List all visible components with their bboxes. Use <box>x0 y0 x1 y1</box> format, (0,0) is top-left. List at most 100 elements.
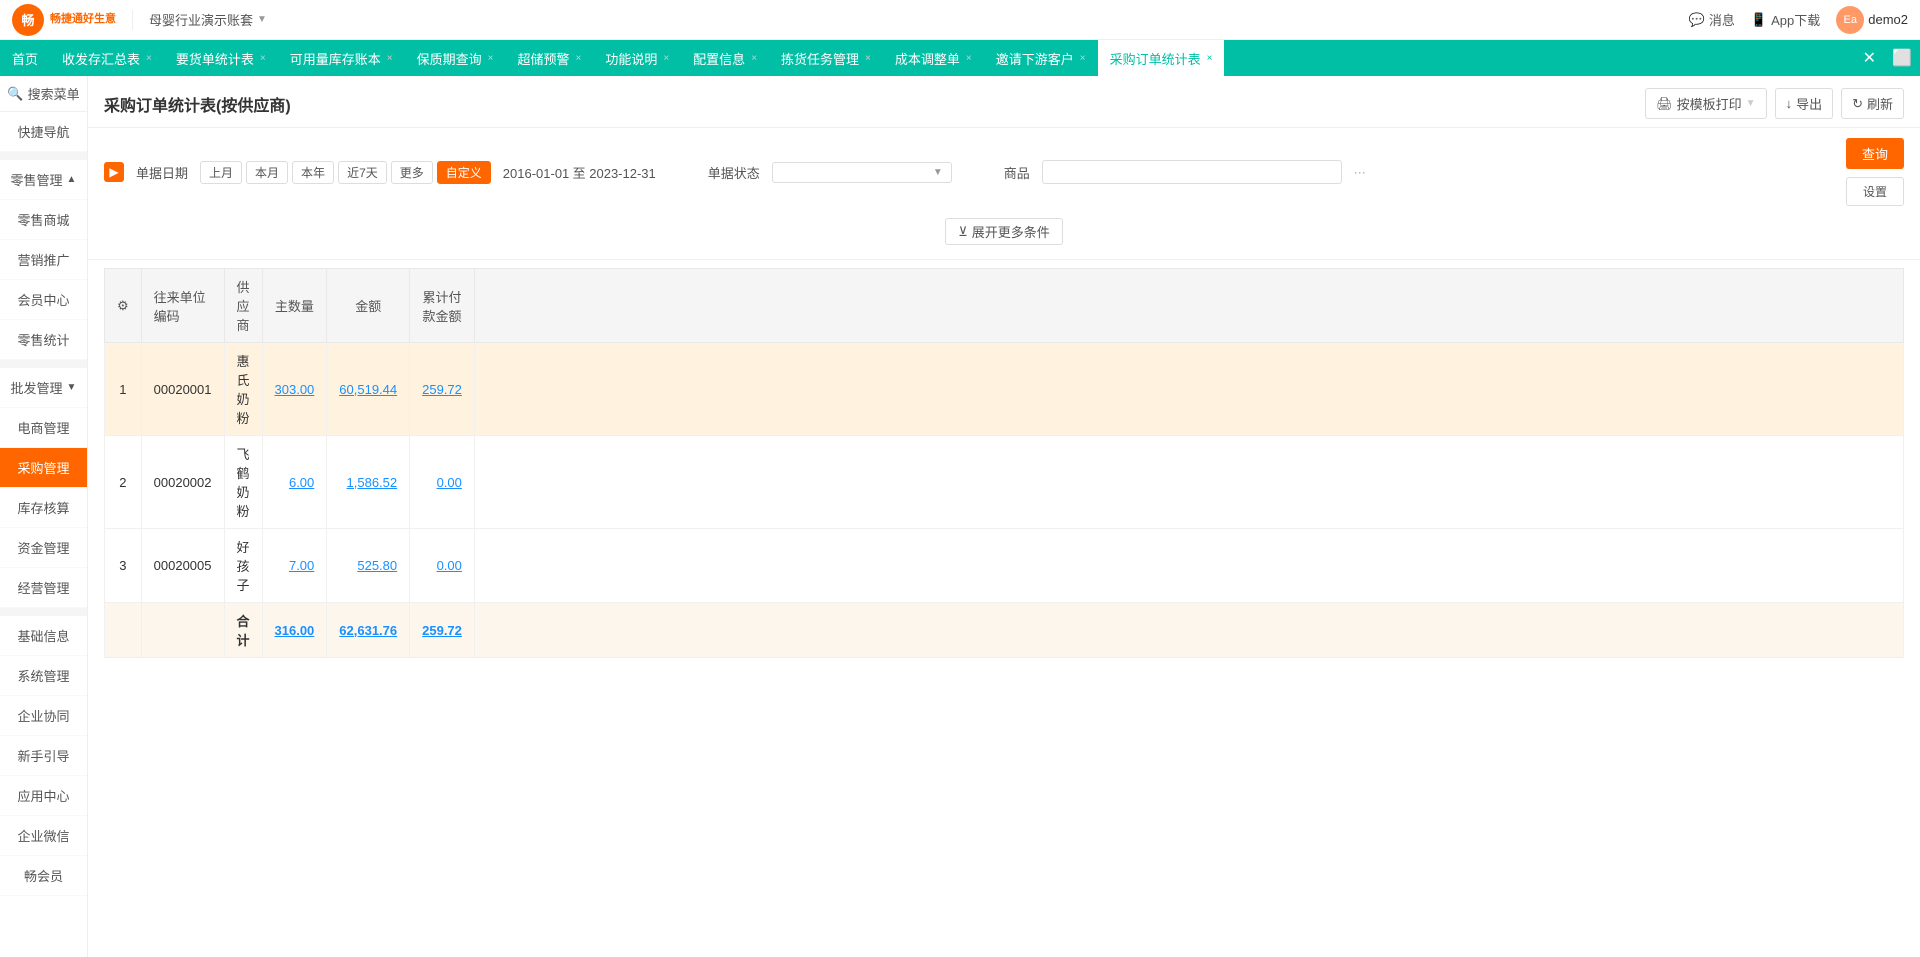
table-row[interactable]: 2 00020002 飞鹤奶粉 6.00 1,586.52 0.00 <box>105 436 1904 529</box>
shortcut-custom[interactable]: 自定义 <box>437 161 491 184</box>
shortcut-this-year[interactable]: 本年 <box>292 161 334 184</box>
tab-shoufacun[interactable]: 收发存汇总表 × <box>50 40 164 76</box>
filter-section: ▶ 单据日期 上月 本月 本年 近7天 更多 自定义 2016-01-01 至 … <box>88 128 1920 260</box>
sidebar-item-newbie[interactable]: 新手引导 <box>0 736 87 776</box>
query-button[interactable]: 查询 <box>1846 138 1904 169</box>
quick-nav-label: 快捷导航 <box>17 122 69 141</box>
top-bar-left: 畅 畅捷通好生意 母婴行业演示账套 ▼ <box>12 4 267 36</box>
tab-gongneng[interactable]: 功能说明 × <box>593 40 681 76</box>
tab-peizhi[interactable]: 配置信息 × <box>681 40 769 76</box>
sidebar-item-collab[interactable]: 企业协同 <box>0 696 87 736</box>
expand-more-area: ⊻ 展开更多条件 <box>104 214 1904 249</box>
close-baozhi[interactable]: × <box>488 53 494 64</box>
maximize-tab[interactable]: ⬜ <box>1884 48 1920 68</box>
status-select-arrow: ▼ <box>933 167 943 178</box>
tab-baozhi[interactable]: 保质期查询 × <box>405 40 506 76</box>
table-row[interactable]: 3 00020005 好孩子 7.00 525.80 0.00 <box>105 529 1904 603</box>
tab-kuyong[interactable]: 可用量库存账本 × <box>278 40 405 76</box>
sidebar-search[interactable]: 🔍 搜索菜单 <box>0 76 87 112</box>
page-header-actions: 🖨 按模板打印 ▼ ↓ 导出 ↻ 刷新 <box>1645 88 1904 119</box>
filter-row-1: ▶ 单据日期 上月 本月 本年 近7天 更多 自定义 2016-01-01 至 … <box>104 138 1904 206</box>
sidebar-item-wholesale[interactable]: 批发管理 ▼ <box>0 368 87 408</box>
tab-chaochu[interactable]: 超储预警 × <box>505 40 593 76</box>
app-download-button[interactable]: 📱 App下载 <box>1751 10 1820 29</box>
close-yaoqing[interactable]: × <box>1080 53 1086 64</box>
shortcut-7days[interactable]: 近7天 <box>338 161 387 184</box>
close-caigou[interactable]: × <box>1207 53 1213 64</box>
page-title: 采购订单统计表(按供应商) <box>104 92 291 116</box>
tab-jianhuo[interactable]: 拣货任务管理 × <box>769 40 883 76</box>
row-amount[interactable]: 1,586.52 <box>327 436 410 529</box>
message-button[interactable]: 💬 消息 <box>1689 10 1735 29</box>
shortcut-last-month[interactable]: 上月 <box>200 161 242 184</box>
message-icon: 💬 <box>1689 12 1705 28</box>
tab-yaoqing[interactable]: 邀请下游客户 × <box>984 40 1098 76</box>
row-amount[interactable]: 60,519.44 <box>327 343 410 436</box>
close-gongneng[interactable]: × <box>663 53 669 64</box>
tab-caigou-active[interactable]: 采购订单统计表 × <box>1098 40 1225 76</box>
close-chengben[interactable]: × <box>966 53 972 64</box>
sidebar-item-app-center[interactable]: 应用中心 <box>0 776 87 816</box>
tab-chengben[interactable]: 成本调整单 × <box>883 40 984 76</box>
sidebar-item-basic-info[interactable]: 基础信息 <box>0 616 87 656</box>
sidebar-item-retail-mgmt[interactable]: 零售管理 ▲ <box>0 160 87 200</box>
row-amount[interactable]: 525.80 <box>327 529 410 603</box>
row-paid[interactable]: 0.00 <box>410 436 475 529</box>
sidebar-item-business[interactable]: 经营管理 <box>0 568 87 608</box>
collapse-arrow[interactable]: ▶ <box>104 162 124 182</box>
sidebar: 🔍 搜索菜单 快捷导航 零售管理 ▲ 零售商城 营销推广 会员中心 零售统计 批… <box>0 76 88 957</box>
export-button[interactable]: ↓ 导出 <box>1775 88 1834 119</box>
shortcut-more[interactable]: 更多 <box>391 161 433 184</box>
date-shortcuts: 上月 本月 本年 近7天 更多 自定义 <box>200 161 491 184</box>
goods-more-btn[interactable]: ··· <box>1354 165 1366 179</box>
sidebar-item-ecommerce[interactable]: 电商管理 <box>0 408 87 448</box>
close-yaohuo[interactable]: × <box>260 53 266 64</box>
sidebar-item-inventory[interactable]: 库存核算 <box>0 488 87 528</box>
close-all-tabs[interactable]: ✕ <box>1855 48 1884 68</box>
setting-button[interactable]: 设置 <box>1846 177 1904 206</box>
print-dropdown-arrow: ▼ <box>1746 98 1756 109</box>
expand-more-button[interactable]: ⊻ 展开更多条件 <box>945 218 1063 245</box>
refresh-button[interactable]: ↻ 刷新 <box>1841 88 1904 119</box>
footer-amount: 62,631.76 <box>327 603 410 658</box>
sidebar-item-purchase[interactable]: 采购管理 <box>0 448 87 488</box>
row-qty[interactable]: 303.00 <box>262 343 327 436</box>
close-peizhi[interactable]: × <box>751 53 757 64</box>
tab-yaohuo[interactable]: 要货单统计表 × <box>164 40 278 76</box>
status-select[interactable]: ▼ <box>772 162 952 183</box>
table-section: ⚙ 往来单位编码 供应商 主数量 金额 累计付款金额 1 00020001 <box>88 268 1920 674</box>
row-qty[interactable]: 7.00 <box>262 529 327 603</box>
print-icon: 🖨 <box>1656 96 1673 112</box>
shortcut-this-month[interactable]: 本月 <box>246 161 288 184</box>
sidebar-item-finance[interactable]: 资金管理 <box>0 528 87 568</box>
close-kuyong[interactable]: × <box>387 53 393 64</box>
close-chaochu[interactable]: × <box>575 53 581 64</box>
sidebar-item-quick-nav[interactable]: 快捷导航 <box>0 112 87 152</box>
row-paid[interactable]: 259.72 <box>410 343 475 436</box>
app-name: 畅捷通好生意 <box>50 13 116 26</box>
sidebar-item-marketing[interactable]: 营销推广 <box>0 240 87 280</box>
sidebar-item-wechat[interactable]: 企业微信 <box>0 816 87 856</box>
close-shoufacun[interactable]: × <box>146 53 152 64</box>
close-jianhuo[interactable]: × <box>865 53 871 64</box>
tab-home[interactable]: 首页 <box>0 40 50 76</box>
row-paid[interactable]: 0.00 <box>410 529 475 603</box>
row-qty[interactable]: 6.00 <box>262 436 327 529</box>
org-selector[interactable]: 母婴行业演示账套 ▼ <box>149 10 267 29</box>
sidebar-item-system[interactable]: 系统管理 <box>0 656 87 696</box>
sidebar-item-retail-stats[interactable]: 零售统计 <box>0 320 87 360</box>
col-paid: 累计付款金额 <box>410 269 475 343</box>
goods-input[interactable] <box>1042 160 1342 184</box>
sidebar-item-member[interactable]: 会员中心 <box>0 280 87 320</box>
table-row[interactable]: 1 00020001 惠氏奶粉 303.00 60,519.44 259.72 <box>105 343 1904 436</box>
row-supplier: 惠氏奶粉 <box>224 343 262 436</box>
sidebar-item-member-plus[interactable]: 畅会员 <box>0 856 87 896</box>
row-num: 3 <box>105 529 142 603</box>
print-button[interactable]: 🖨 按模板打印 ▼ <box>1645 88 1766 119</box>
page-container: 采购订单统计表(按供应商) 🖨 按模板打印 ▼ ↓ 导出 ↻ 刷新 <box>88 76 1920 957</box>
user-area[interactable]: Ea demo2 <box>1836 6 1908 34</box>
col-settings[interactable]: ⚙ <box>105 269 142 343</box>
row-supplier: 飞鹤奶粉 <box>224 436 262 529</box>
main-layout: 🔍 搜索菜单 快捷导航 零售管理 ▲ 零售商城 营销推广 会员中心 零售统计 批… <box>0 76 1920 957</box>
sidebar-item-retail-shop[interactable]: 零售商城 <box>0 200 87 240</box>
